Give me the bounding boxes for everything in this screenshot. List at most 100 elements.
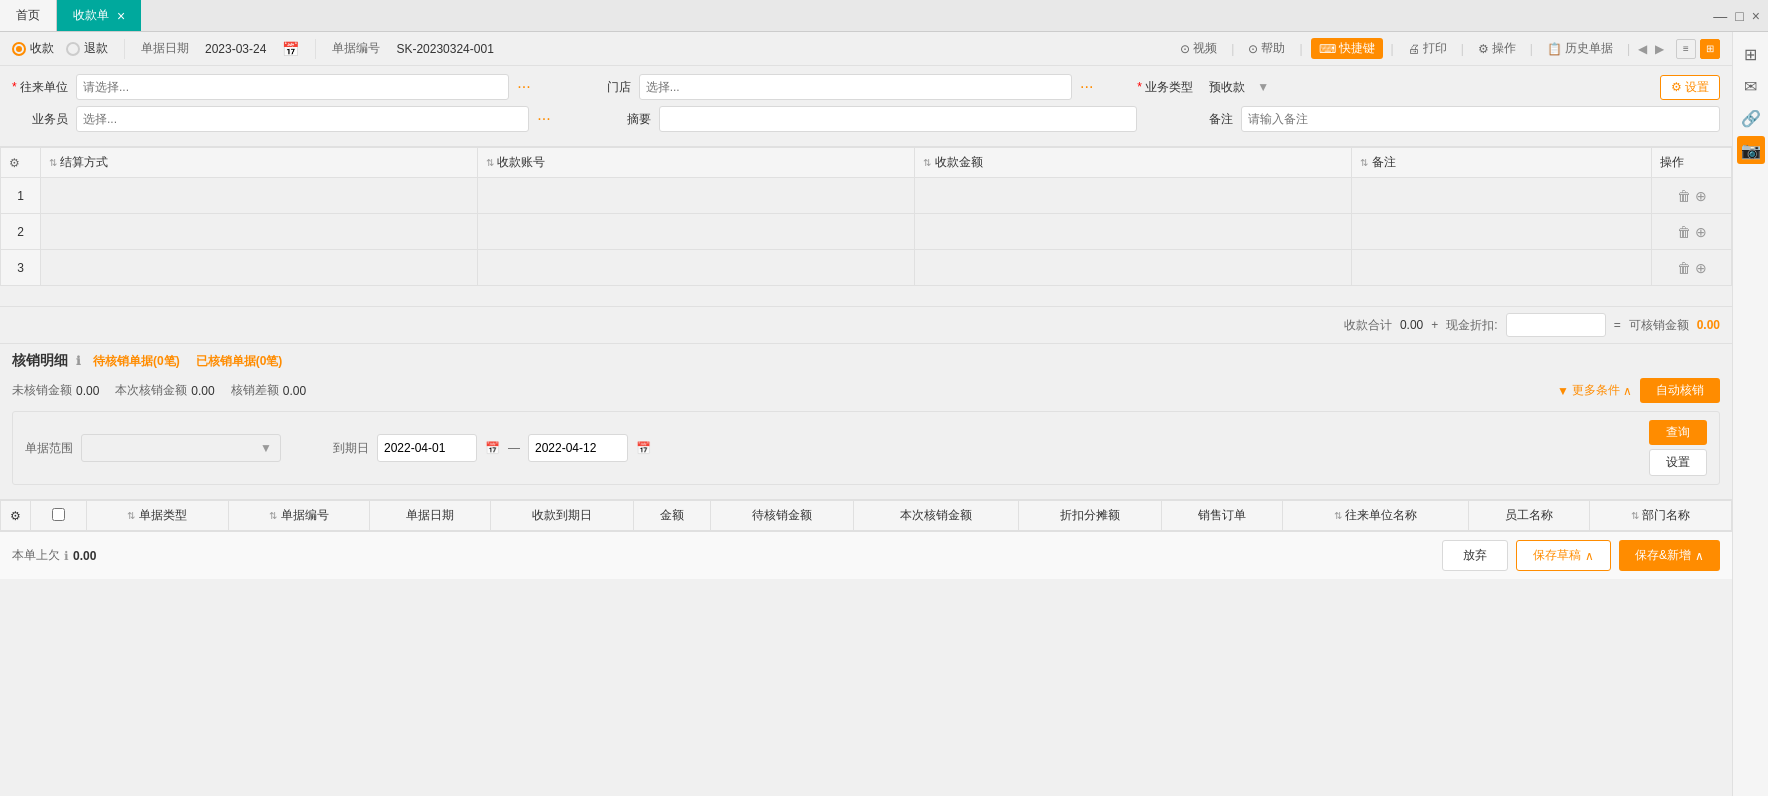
- col-employee: 员工名称: [1469, 501, 1590, 531]
- save-new-btn-label: 保存&新增: [1635, 547, 1691, 564]
- row-settlement-3[interactable]: [41, 250, 478, 286]
- grid-view-icon[interactable]: ⊞: [1700, 39, 1720, 59]
- select-all-checkbox[interactable]: [52, 508, 65, 521]
- tab-receipt[interactable]: 收款单 ×: [57, 0, 141, 31]
- nav-right-icon[interactable]: ▶: [1655, 42, 1664, 56]
- settings-button[interactable]: ⚙ 设置: [1660, 75, 1720, 100]
- date-to-input[interactable]: [528, 434, 628, 462]
- summary-input[interactable]: [659, 106, 1138, 132]
- row-account-3[interactable]: [478, 250, 915, 286]
- close-icon[interactable]: ×: [1752, 8, 1760, 24]
- bottom-buttons: 放弃 保存草稿 ∧ 保存&新增 ∧: [1442, 540, 1720, 571]
- tab-close-icon[interactable]: ×: [117, 8, 125, 24]
- copy-row-3-icon[interactable]: ⊕: [1695, 260, 1707, 276]
- radio-receipt[interactable]: 收款: [12, 40, 54, 57]
- col-doc-number: ⇅ 单据编号: [228, 501, 370, 531]
- delete-row-3-icon[interactable]: 🗑: [1677, 260, 1691, 276]
- counterparty-input[interactable]: [76, 74, 509, 100]
- action-header-label: 操作: [1660, 155, 1684, 169]
- doc-number-label: 单据编号: [281, 508, 329, 522]
- filter-settings-btn[interactable]: 设置: [1649, 449, 1707, 476]
- filter-icon: ▼: [1557, 384, 1569, 398]
- counterparty-more-btn[interactable]: ···: [513, 78, 534, 96]
- date-separator: —: [508, 441, 520, 455]
- doc-type-label: 单据类型: [139, 508, 187, 522]
- range-select[interactable]: ▼: [81, 434, 281, 462]
- shortcut-btn[interactable]: ⌨ 快捷键: [1311, 38, 1383, 59]
- minimize-icon[interactable]: —: [1713, 8, 1727, 24]
- auto-verify-btn[interactable]: 自动核销: [1640, 378, 1720, 403]
- col-counterparty: ⇅ 往来单位名称: [1282, 501, 1468, 531]
- help-btn[interactable]: ⊙ 帮助: [1242, 38, 1291, 59]
- business-type-arrow[interactable]: ▼: [1257, 80, 1269, 94]
- query-btn[interactable]: 查询: [1649, 420, 1707, 445]
- date-label: 单据日期: [141, 40, 189, 57]
- store-field: 门店 ···: [575, 74, 1098, 100]
- abandon-btn[interactable]: 放弃: [1442, 540, 1508, 571]
- rp-camera-icon[interactable]: 📷: [1737, 136, 1765, 164]
- video-btn[interactable]: ⊙ 视频: [1174, 38, 1223, 59]
- calendar-to-icon[interactable]: 📅: [636, 441, 651, 455]
- maximize-icon[interactable]: □: [1735, 8, 1743, 24]
- remark-field: 备注: [1177, 106, 1720, 132]
- list-view-icon[interactable]: ≡: [1676, 39, 1696, 59]
- verification-info-icon[interactable]: ℹ: [76, 354, 81, 368]
- delete-row-1-icon[interactable]: 🗑: [1677, 188, 1691, 204]
- table-settings-icon[interactable]: ⚙: [9, 156, 20, 170]
- row-remark-1[interactable]: [1352, 178, 1652, 214]
- draft-btn[interactable]: 保存草稿 ∧: [1516, 540, 1611, 571]
- row-account-1[interactable]: [478, 178, 915, 214]
- row-amount-1[interactable]: [915, 178, 1352, 214]
- main-content: 收款 退款 单据日期 2023-03-24 📅 单据编号 SK-20230324…: [0, 32, 1732, 796]
- store-more-btn[interactable]: ···: [1076, 78, 1097, 96]
- shortcut-icon: ⌨: [1319, 42, 1336, 56]
- remark-input[interactable]: [1241, 106, 1720, 132]
- save-new-btn-arrow: ∧: [1695, 549, 1704, 563]
- tab-home[interactable]: 首页: [0, 0, 57, 31]
- salesperson-more-btn[interactable]: ···: [533, 110, 554, 128]
- bottom-info: 本单上欠 ℹ 0.00: [12, 547, 96, 564]
- table-settings-icon2[interactable]: ⚙: [10, 509, 21, 523]
- radio-refund[interactable]: 退款: [66, 40, 108, 57]
- counterparty-label: 往来单位: [12, 79, 72, 96]
- row-remark-3[interactable]: [1352, 250, 1652, 286]
- video-label: 视频: [1193, 40, 1217, 57]
- calendar-icon[interactable]: 📅: [282, 41, 299, 57]
- radio-receipt-dot: [12, 42, 26, 56]
- calendar-from-icon[interactable]: 📅: [485, 441, 500, 455]
- form-row-1: 往来单位 ··· 门店 ··· 业务类型 预收款 ▼ ⚙ 设置: [12, 74, 1720, 100]
- right-panel: ⊞ ✉ 🔗 📷: [1732, 32, 1768, 796]
- col-checkbox: ⚙: [1, 501, 31, 531]
- salesperson-input[interactable]: [76, 106, 529, 132]
- row-account-2[interactable]: [478, 214, 915, 250]
- store-input[interactable]: [639, 74, 1072, 100]
- rp-table-icon[interactable]: ⊞: [1737, 40, 1765, 68]
- bottom-info-icon[interactable]: ℹ: [64, 549, 69, 563]
- current-amount-label: 本次核销金额: [900, 508, 972, 522]
- rp-link-icon[interactable]: 🔗: [1737, 104, 1765, 132]
- rp-envelope-icon[interactable]: ✉: [1737, 72, 1765, 100]
- col-doc-date: 单据日期: [370, 501, 491, 531]
- pending-tab[interactable]: 待核销单据(0笔): [89, 353, 184, 370]
- save-new-btn[interactable]: 保存&新增 ∧: [1619, 540, 1720, 571]
- row-amount-3[interactable]: [915, 250, 1352, 286]
- copy-row-1-icon[interactable]: ⊕: [1695, 188, 1707, 204]
- row-amount-2[interactable]: [915, 214, 1352, 250]
- nav-left-icon[interactable]: ◀: [1638, 42, 1647, 56]
- bottom-bar: 本单上欠 ℹ 0.00 放弃 保存草稿 ∧ 保存&新增 ∧: [0, 531, 1732, 579]
- row-remark-2[interactable]: [1352, 214, 1652, 250]
- row-settlement-2[interactable]: [41, 214, 478, 250]
- more-conditions-btn[interactable]: ▼ 更多条件 ∧: [1557, 382, 1632, 399]
- completed-tab[interactable]: 已核销单据(0笔): [192, 353, 287, 370]
- history-btn[interactable]: 📋 历史单据: [1541, 38, 1619, 59]
- date-value: 2023-03-24: [205, 42, 266, 56]
- amount-header-label: 收款金额: [935, 155, 983, 169]
- row-settlement-1[interactable]: [41, 178, 478, 214]
- copy-row-2-icon[interactable]: ⊕: [1695, 224, 1707, 240]
- delete-row-2-icon[interactable]: 🗑: [1677, 224, 1691, 240]
- print-btn[interactable]: 🖨 打印: [1402, 38, 1453, 59]
- unverified-label: 未核销金额: [12, 382, 72, 399]
- operations-btn[interactable]: ⚙ 操作: [1472, 38, 1522, 59]
- date-from-input[interactable]: [377, 434, 477, 462]
- discount-input[interactable]: [1506, 313, 1606, 337]
